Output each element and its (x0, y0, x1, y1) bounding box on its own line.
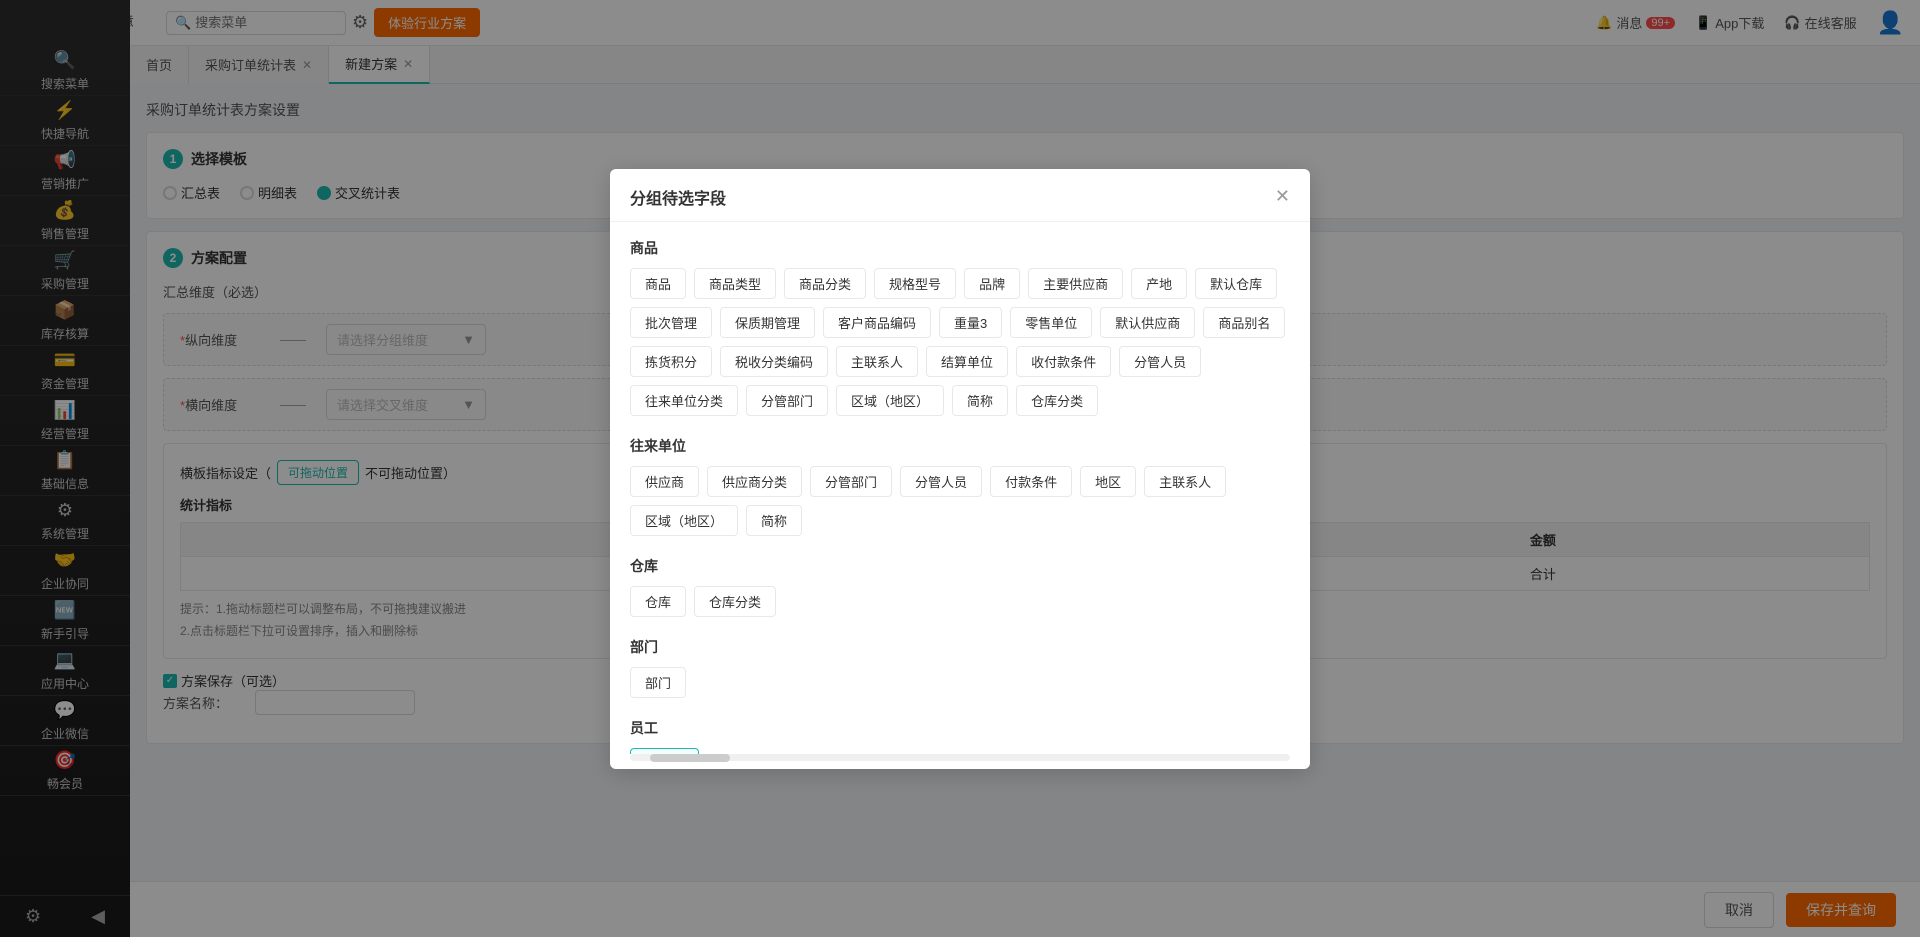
field-tag-重量3[interactable]: 重量3 (939, 307, 1002, 338)
field-tag-简称[interactable]: 简称 (746, 505, 802, 536)
modal-section-warehouse: 仓库仓库仓库分类 (630, 556, 1290, 617)
field-tag-供应商分类[interactable]: 供应商分类 (707, 466, 802, 497)
field-tag-商品类型[interactable]: 商品类型 (694, 268, 776, 299)
field-tag-业务员[interactable]: 业务员 (630, 748, 699, 755)
modal-section-staff: 员工业务员 (630, 718, 1290, 755)
modal-section-dept: 部门部门 (630, 637, 1290, 698)
field-tag-仓库[interactable]: 仓库 (630, 586, 686, 617)
modal-section-title-goods: 商品 (630, 238, 1290, 258)
modal-section-title-dept: 部门 (630, 637, 1290, 657)
field-tag-默认仓库[interactable]: 默认仓库 (1195, 268, 1277, 299)
field-tag-简称[interactable]: 简称 (952, 385, 1008, 416)
modal-section-title-partner: 往来单位 (630, 436, 1290, 456)
modal-section-title-staff: 员工 (630, 718, 1290, 738)
field-tag-地区[interactable]: 地区 (1080, 466, 1136, 497)
field-tag-主要供应商[interactable]: 主要供应商 (1028, 268, 1123, 299)
field-tag-商品分类[interactable]: 商品分类 (784, 268, 866, 299)
modal-section-partner: 往来单位供应商供应商分类分管部门分管人员付款条件地区主联系人区域（地区） 简称 (630, 436, 1290, 536)
field-tag-仓库分类[interactable]: 仓库分类 (1016, 385, 1098, 416)
modal-hscrollbar-thumb[interactable] (650, 754, 730, 762)
field-tag-主联系人[interactable]: 主联系人 (1144, 466, 1226, 497)
modal-field-tags-staff: 业务员 (630, 748, 1290, 755)
field-tag-付款条件[interactable]: 付款条件 (990, 466, 1072, 497)
field-tag-主联系人[interactable]: 主联系人 (836, 346, 918, 377)
modal-section-title-warehouse: 仓库 (630, 556, 1290, 576)
field-tag-分管人员[interactable]: 分管人员 (1119, 346, 1201, 377)
field-tag-零售单位[interactable]: 零售单位 (1010, 307, 1092, 338)
field-tag-分管部门[interactable]: 分管部门 (810, 466, 892, 497)
modal-section-goods: 商品商品商品类型商品分类规格型号品牌主要供应商产地默认仓库批次管理保质期管理客户… (630, 238, 1290, 416)
field-tag-产地[interactable]: 产地 (1131, 268, 1187, 299)
modal-field-tags-goods: 商品商品类型商品分类规格型号品牌主要供应商产地默认仓库批次管理保质期管理客户商品… (630, 268, 1290, 416)
field-tag-拣货积分[interactable]: 拣货积分 (630, 346, 712, 377)
field-tag-区域地区[interactable]: 区域（地区） (836, 385, 944, 416)
field-tag-保质期管理[interactable]: 保质期管理 (720, 307, 815, 338)
modal-horizontal-scrollbar[interactable] (630, 754, 1290, 760)
modal-field-tags-dept: 部门 (630, 667, 1290, 698)
modal-overlay: 分组待选字段 ✕ 商品商品商品类型商品分类规格型号品牌主要供应商产地默认仓库批次… (0, 0, 1920, 937)
modal-header: 分组待选字段 ✕ (610, 169, 1310, 222)
field-tag-商品别名[interactable]: 商品别名 (1203, 307, 1285, 338)
field-tag-结算单位[interactable]: 结算单位 (926, 346, 1008, 377)
field-tag-税收分类编码[interactable]: 税收分类编码 (720, 346, 828, 377)
field-tag-往来单位分类[interactable]: 往来单位分类 (630, 385, 738, 416)
field-tag-商品[interactable]: 商品 (630, 268, 686, 299)
field-tag-区域地区[interactable]: 区域（地区） (630, 505, 738, 536)
field-tag-品牌[interactable]: 品牌 (964, 268, 1020, 299)
modal-title: 分组待选字段 (630, 185, 726, 209)
field-tag-仓库分类[interactable]: 仓库分类 (694, 586, 776, 617)
modal-close-btn[interactable]: ✕ (1275, 186, 1290, 207)
modal-body: 商品商品商品类型商品分类规格型号品牌主要供应商产地默认仓库批次管理保质期管理客户… (610, 222, 1310, 755)
modal-field-tags-warehouse: 仓库仓库分类 (630, 586, 1290, 617)
field-tag-分管部门[interactable]: 分管部门 (746, 385, 828, 416)
field-tag-规格型号[interactable]: 规格型号 (874, 268, 956, 299)
field-tag-默认供应商[interactable]: 默认供应商 (1100, 307, 1195, 338)
field-tag-分管人员[interactable]: 分管人员 (900, 466, 982, 497)
field-tag-供应商[interactable]: 供应商 (630, 466, 699, 497)
field-tag-批次管理[interactable]: 批次管理 (630, 307, 712, 338)
field-tag-部门[interactable]: 部门 (630, 667, 686, 698)
field-tag-收付款条件[interactable]: 收付款条件 (1016, 346, 1111, 377)
modal-box: 分组待选字段 ✕ 商品商品商品类型商品分类规格型号品牌主要供应商产地默认仓库批次… (610, 169, 1310, 769)
modal-field-tags-partner: 供应商供应商分类分管部门分管人员付款条件地区主联系人区域（地区） 简称 (630, 466, 1290, 536)
field-tag-客户商品编码[interactable]: 客户商品编码 (823, 307, 931, 338)
